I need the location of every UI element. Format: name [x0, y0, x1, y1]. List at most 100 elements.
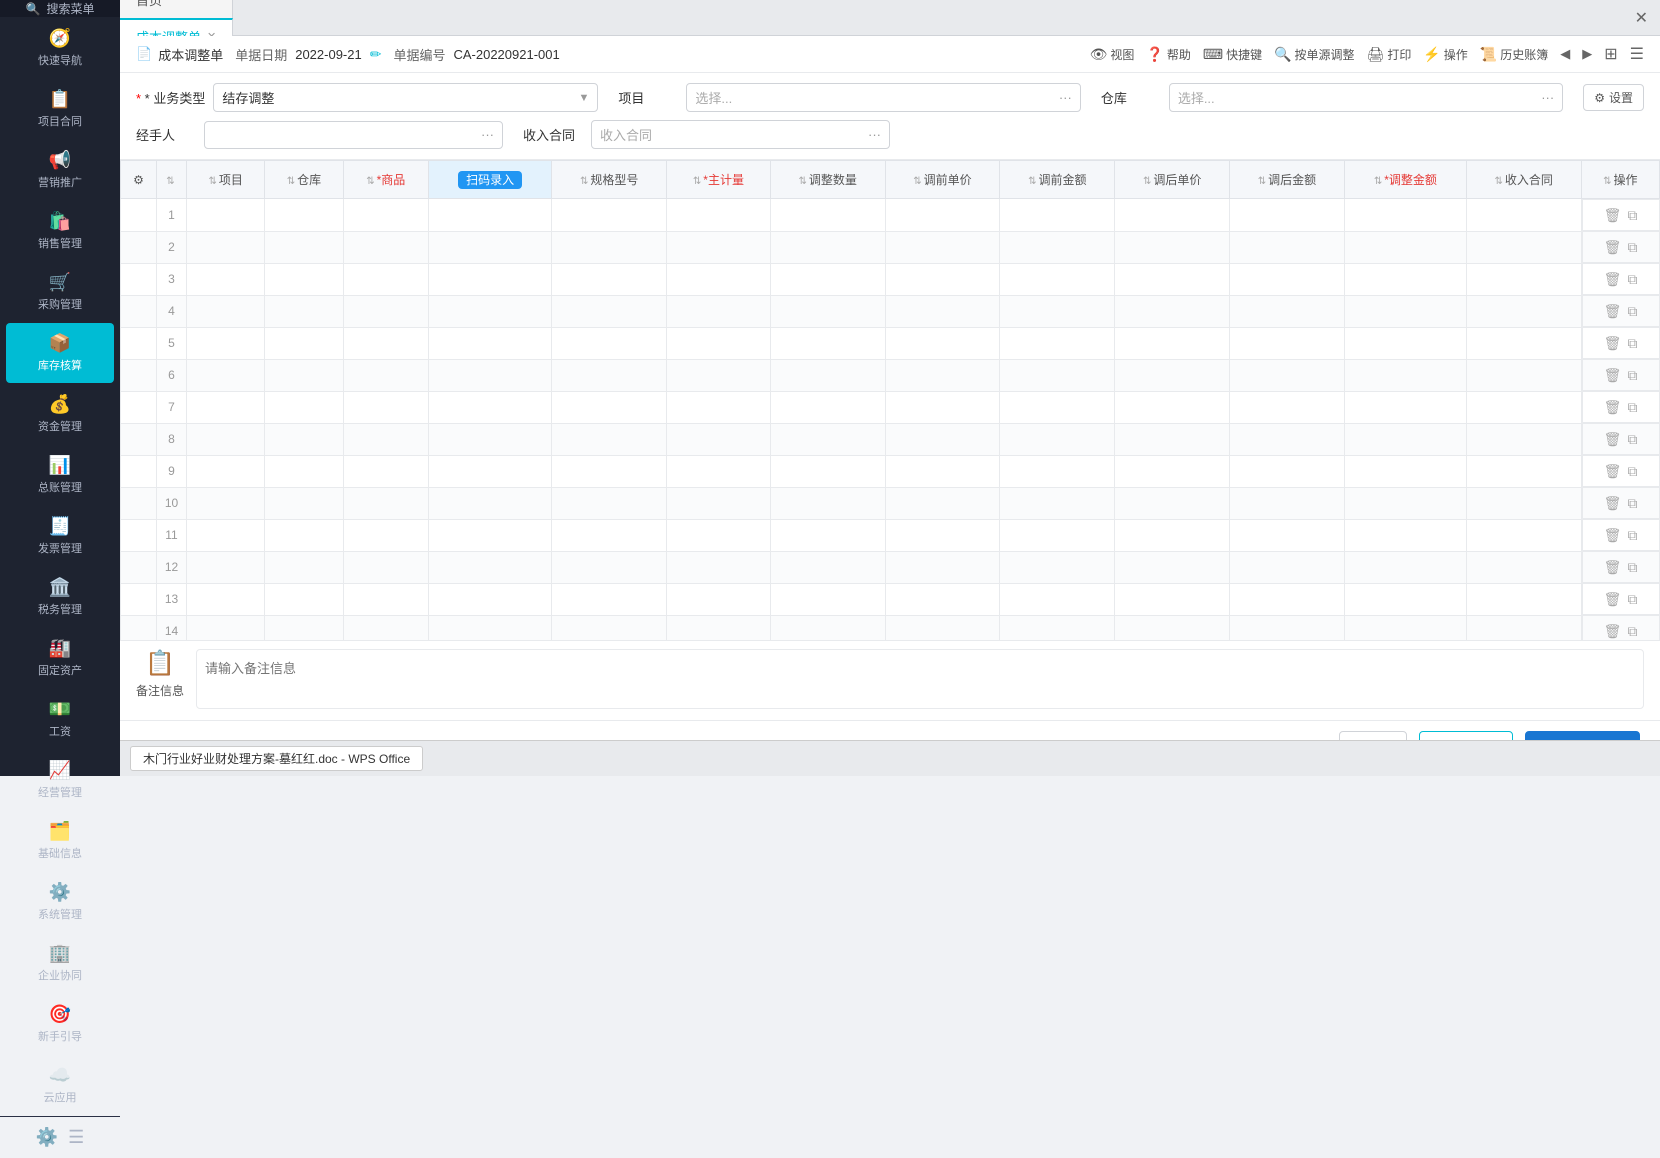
cell-scan-4[interactable] [428, 295, 551, 327]
cell-income_contract-7[interactable] [1466, 391, 1581, 423]
cell-adjust_amount-3[interactable] [1344, 263, 1466, 295]
cell-project-2[interactable] [187, 231, 265, 263]
sidebar-item-enterprise[interactable]: 🏢 企业协同 [6, 933, 114, 993]
cell-adjust_amount-7[interactable] [1344, 391, 1466, 423]
cell-product-14[interactable] [343, 615, 428, 640]
cell-warehouse-1[interactable] [265, 199, 343, 232]
cell-before_amount-8[interactable] [1000, 423, 1115, 455]
sidebar-item-tax[interactable]: 🏛️ 税务管理 [6, 567, 114, 627]
cell-unit-14[interactable] [667, 615, 771, 640]
cell-after_price-12[interactable] [1115, 551, 1230, 583]
cell-after_price-9[interactable] [1115, 455, 1230, 487]
cell-income_contract-2[interactable] [1466, 231, 1581, 263]
cell-qty-2[interactable] [770, 231, 885, 263]
sidebar-item-operations[interactable]: 📈 经营管理 [6, 750, 114, 810]
cell-scan-12[interactable] [428, 551, 551, 583]
cell-after_price-1[interactable] [1115, 199, 1230, 232]
cell-product-5[interactable] [343, 327, 428, 359]
cell-before_price-13[interactable] [885, 583, 1000, 615]
delete-icon-5[interactable]: 🗑 [1604, 335, 1622, 352]
cell-before_price-4[interactable] [885, 295, 1000, 327]
delete-icon-7[interactable]: 🗑 [1604, 399, 1622, 416]
cell-before_amount-7[interactable] [1000, 391, 1115, 423]
cell-scan-8[interactable] [428, 423, 551, 455]
cell-after_price-13[interactable] [1115, 583, 1230, 615]
cell-after_amount-8[interactable] [1230, 423, 1345, 455]
cell-warehouse-9[interactable] [265, 455, 343, 487]
cell-after_price-8[interactable] [1115, 423, 1230, 455]
nav-next-btn[interactable]: ▶ [1582, 46, 1592, 62]
delete-icon-11[interactable]: 🗑 [1604, 527, 1622, 544]
cell-spec-1[interactable] [552, 199, 667, 232]
cell-before_amount-1[interactable] [1000, 199, 1115, 232]
cell-before_price-8[interactable] [885, 423, 1000, 455]
menu-icon[interactable]: ☰ [68, 1127, 84, 1148]
cell-unit-12[interactable] [667, 551, 771, 583]
cell-unit-11[interactable] [667, 519, 771, 551]
cell-qty-13[interactable] [770, 583, 885, 615]
copy-icon-7[interactable]: ⧉ [1627, 399, 1637, 416]
cell-unit-4[interactable] [667, 295, 771, 327]
cell-spec-8[interactable] [552, 423, 667, 455]
cell-product-7[interactable] [343, 391, 428, 423]
cell-adjust_amount-1[interactable] [1344, 199, 1466, 232]
delete-icon-3[interactable]: 🗑 [1604, 271, 1622, 288]
sidebar-item-payroll[interactable]: 💵 工资 [6, 689, 114, 749]
cell-income_contract-1[interactable] [1466, 199, 1581, 232]
sidebar-item-invoice[interactable]: 🧾 发票管理 [6, 506, 114, 566]
copy-icon-11[interactable]: ⧉ [1627, 527, 1637, 544]
date-value[interactable]: 2022-09-21 [295, 47, 362, 62]
cell-scan-13[interactable] [428, 583, 551, 615]
cell-product-2[interactable] [343, 231, 428, 263]
cell-scan-9[interactable] [428, 455, 551, 487]
cell-adjust_amount-8[interactable] [1344, 423, 1466, 455]
taskbar-item[interactable]: 木门行业好业财处理方案-墓红红.doc - WPS Office [130, 746, 423, 771]
cell-after_amount-10[interactable] [1230, 487, 1345, 519]
action-review[interactable]: 🔍 按单源调整 [1274, 46, 1354, 63]
cell-before_amount-3[interactable] [1000, 263, 1115, 295]
col-header-settings[interactable]: ⚙ [121, 161, 157, 199]
action-history[interactable]: 📜 历史账簿 [1480, 46, 1548, 63]
delete-icon-14[interactable]: 🗑 [1604, 623, 1622, 640]
cell-product-4[interactable] [343, 295, 428, 327]
cell-after_amount-6[interactable] [1230, 359, 1345, 391]
cell-product-11[interactable] [343, 519, 428, 551]
cell-unit-13[interactable] [667, 583, 771, 615]
sidebar-item-project-contract[interactable]: 📋 项目合同 [6, 79, 114, 139]
cell-unit-2[interactable] [667, 231, 771, 263]
cell-adjust_amount-4[interactable] [1344, 295, 1466, 327]
cell-spec-12[interactable] [552, 551, 667, 583]
cell-after_amount-7[interactable] [1230, 391, 1345, 423]
cell-scan-11[interactable] [428, 519, 551, 551]
cell-spec-14[interactable] [552, 615, 667, 640]
cell-qty-4[interactable] [770, 295, 885, 327]
copy-icon-4[interactable]: ⧉ [1627, 303, 1637, 320]
copy-icon-2[interactable]: ⧉ [1627, 239, 1637, 256]
cell-product-12[interactable] [343, 551, 428, 583]
cell-after_amount-12[interactable] [1230, 551, 1345, 583]
cell-warehouse-6[interactable] [265, 359, 343, 391]
cell-warehouse-11[interactable] [265, 519, 343, 551]
copy-icon-12[interactable]: ⧉ [1627, 559, 1637, 576]
cell-after_amount-3[interactable] [1230, 263, 1345, 295]
cell-before_amount-12[interactable] [1000, 551, 1115, 583]
cell-before_price-3[interactable] [885, 263, 1000, 295]
cell-after_price-4[interactable] [1115, 295, 1230, 327]
cell-project-4[interactable] [187, 295, 265, 327]
cell-income_contract-6[interactable] [1466, 359, 1581, 391]
cell-warehouse-7[interactable] [265, 391, 343, 423]
cell-income_contract-4[interactable] [1466, 295, 1581, 327]
cell-unit-7[interactable] [667, 391, 771, 423]
cell-product-9[interactable] [343, 455, 428, 487]
cell-after_amount-14[interactable] [1230, 615, 1345, 640]
cell-before_price-6[interactable] [885, 359, 1000, 391]
cell-warehouse-4[interactable] [265, 295, 343, 327]
cell-spec-6[interactable] [552, 359, 667, 391]
cell-after_amount-4[interactable] [1230, 295, 1345, 327]
cell-qty-14[interactable] [770, 615, 885, 640]
cell-qty-8[interactable] [770, 423, 885, 455]
delete-icon-1[interactable]: 🗑 [1604, 207, 1622, 224]
cell-adjust_amount-13[interactable] [1344, 583, 1466, 615]
cell-income_contract-3[interactable] [1466, 263, 1581, 295]
sidebar-item-finance[interactable]: 💰 资金管理 [6, 384, 114, 444]
